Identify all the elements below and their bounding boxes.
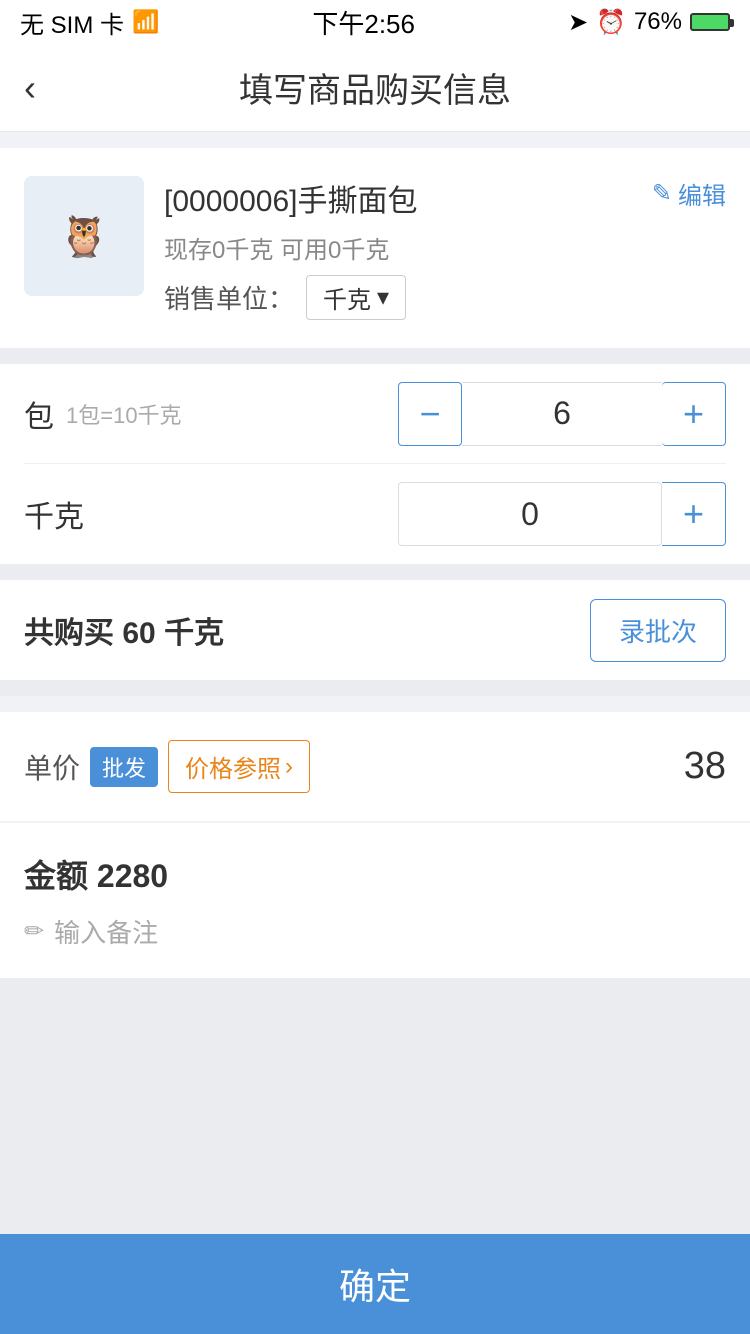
amount-label: 金额 xyxy=(24,858,88,894)
price-value: 38 xyxy=(684,745,726,788)
battery-text: 76% xyxy=(634,8,682,36)
edit-button[interactable]: ✎ 编辑 xyxy=(652,176,726,211)
confirm-button[interactable]: 确定 xyxy=(0,1234,750,1334)
status-time: 下午2:56 xyxy=(312,4,415,41)
kg-input[interactable] xyxy=(398,482,662,546)
status-right: ➤ ⏰ 76% xyxy=(568,8,730,37)
quantity-control-kg: + xyxy=(398,482,726,546)
price-ref-button[interactable]: 价格参照 › xyxy=(168,740,310,793)
total-prefix: 共购买 xyxy=(24,617,114,650)
edit-icon: ✎ xyxy=(652,179,672,208)
price-text: 单价 xyxy=(24,747,80,787)
price-tag: 批发 xyxy=(90,747,158,787)
unit-select[interactable]: 千克 ▾ xyxy=(306,275,406,320)
alarm-icon: ⏰ xyxy=(596,8,626,37)
product-info: [0000006]手撕面包 现存0千克 可用0千克 销售单位： 千克 ▾ xyxy=(164,176,726,320)
product-logo: 🦉 xyxy=(59,213,109,260)
page-title: 填写商品购买信息 xyxy=(239,63,511,112)
price-ref-label: 价格参照 xyxy=(185,749,281,784)
note-row[interactable]: ✏ 输入备注 xyxy=(24,913,726,950)
kg-text: 千克 xyxy=(24,492,84,536)
pencil-icon: ✏ xyxy=(24,917,44,946)
quantity-row-bao: 包 1包=10千克 − + xyxy=(24,364,726,464)
total-section: 共购买 60 千克 录批次 xyxy=(0,580,750,680)
increase-kg-button[interactable]: + xyxy=(662,482,726,546)
product-stock: 现存0千克 可用0千克 xyxy=(164,230,726,265)
bao-input[interactable] xyxy=(462,382,662,446)
amount-row: 金额 2280 xyxy=(24,851,726,897)
product-card: 🦉 [0000006]手撕面包 现存0千克 可用0千克 销售单位： 千克 ▾ ✎… xyxy=(0,148,750,348)
product-image: 🦉 xyxy=(24,176,144,296)
note-placeholder: 输入备注 xyxy=(54,913,158,950)
batch-button[interactable]: 录批次 xyxy=(590,599,726,662)
edit-label: 编辑 xyxy=(678,176,726,211)
quantity-row-kg: 千克 + xyxy=(24,464,726,564)
quantity-control-bao: − + xyxy=(398,382,726,446)
carrier-text: 无 SIM 卡 xyxy=(20,5,124,40)
total-text: 共购买 60 千克 xyxy=(24,608,224,652)
section-divider-2 xyxy=(0,564,750,580)
bao-hint: 1包=10千克 xyxy=(66,398,182,430)
quantity-label-kg: 千克 xyxy=(24,492,84,536)
unit-value: 千克 xyxy=(323,280,371,315)
unit-label: 销售单位： xyxy=(164,279,294,316)
price-label: 单价 批发 价格参照 › xyxy=(24,740,310,793)
quantity-label-bao: 包 1包=10千克 xyxy=(24,392,182,436)
wifi-icon: 📶 xyxy=(132,9,159,35)
product-unit-row: 销售单位： 千克 ▾ xyxy=(164,275,726,320)
status-bar: 无 SIM 卡 📶 下午2:56 ➤ ⏰ 76% xyxy=(0,0,750,44)
decrease-bao-button[interactable]: − xyxy=(398,382,462,446)
location-icon: ➤ xyxy=(568,8,588,37)
quantity-section: 包 1包=10千克 − + 千克 + xyxy=(0,364,750,564)
total-amount: 60 xyxy=(122,617,155,650)
total-unit: 千克 xyxy=(164,617,224,650)
battery-icon xyxy=(690,13,730,31)
price-section: 单价 批发 价格参照 › 38 xyxy=(0,712,750,821)
increase-bao-button[interactable]: + xyxy=(662,382,726,446)
product-name: [0000006]手撕面包 xyxy=(164,176,726,220)
section-divider-1 xyxy=(0,348,750,364)
nav-bar: ‹ 填写商品购买信息 xyxy=(0,44,750,132)
unit-dropdown-icon: ▾ xyxy=(377,283,389,312)
amount-section: 金额 2280 ✏ 输入备注 xyxy=(0,823,750,978)
price-ref-arrow: › xyxy=(285,753,293,781)
amount-value: 2280 xyxy=(97,858,168,894)
status-left: 无 SIM 卡 📶 xyxy=(20,5,159,40)
back-button[interactable]: ‹ xyxy=(24,67,36,109)
bao-text: 包 xyxy=(24,392,54,436)
section-divider-3 xyxy=(0,680,750,696)
